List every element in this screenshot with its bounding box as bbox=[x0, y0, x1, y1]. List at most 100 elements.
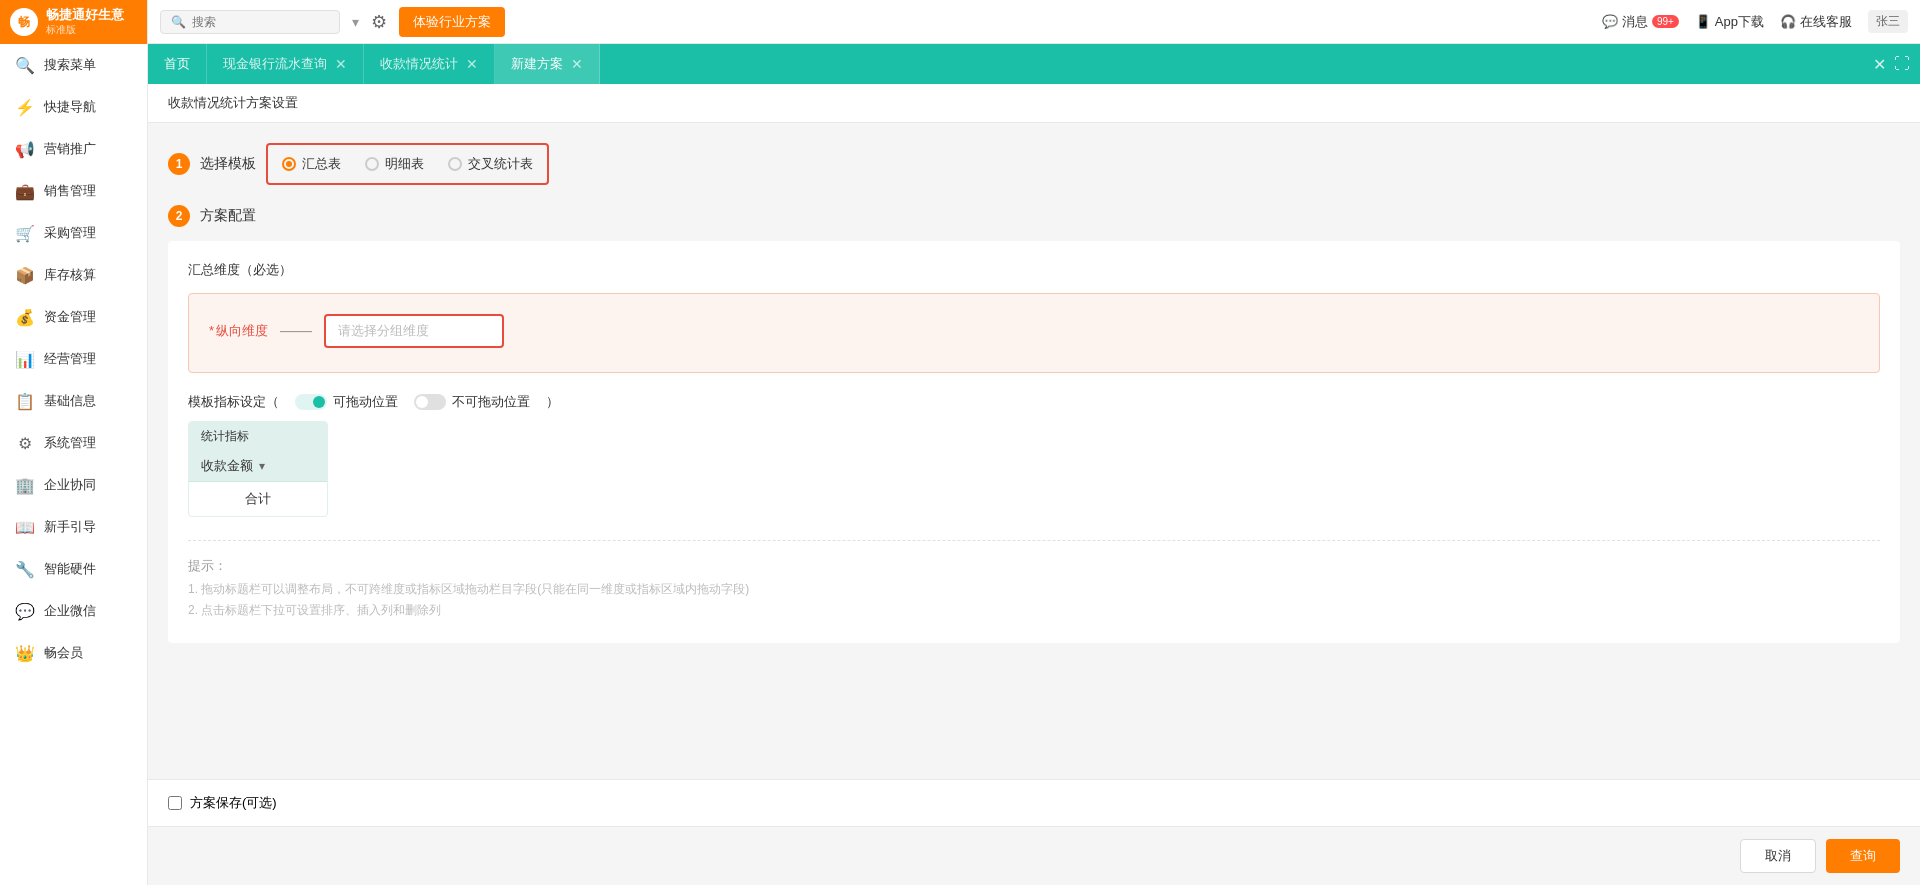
sys-icon: ⚙ bbox=[16, 434, 34, 452]
close-window-icon[interactable]: ✕ bbox=[1873, 55, 1886, 74]
tab-close-new-plan[interactable]: ✕ bbox=[571, 56, 583, 72]
service-icon: 🎧 bbox=[1780, 14, 1796, 29]
sidebar-item-biz[interactable]: 📊 经营管理 bbox=[0, 338, 147, 380]
metrics-grid: 统计指标 收款金额 合计 bbox=[188, 421, 328, 517]
corp-wechat-icon: 💬 bbox=[16, 602, 34, 620]
sidebar-item-quick-nav[interactable]: ⚡ 快捷导航 bbox=[0, 86, 147, 128]
app-download-btn[interactable]: 📱 App下载 bbox=[1695, 13, 1764, 31]
metrics-grid-header: 统计指标 bbox=[189, 422, 327, 451]
save-checkbox[interactable] bbox=[168, 796, 182, 810]
query-button[interactable]: 查询 bbox=[1826, 839, 1900, 873]
online-service-btn[interactable]: 🎧 在线客服 bbox=[1780, 13, 1852, 31]
logo-icon: 畅 bbox=[10, 8, 38, 36]
sidebar-logo: 畅 畅捷通好生意 标准版 bbox=[0, 0, 147, 44]
tab-home[interactable]: 首页 bbox=[148, 44, 207, 84]
non-draggable-toggle-dot bbox=[416, 396, 428, 408]
step2-section: 2 方案配置 汇总维度（必选） 纵向维度 —— 请选择分组维度 bbox=[168, 205, 1900, 643]
search-input[interactable] bbox=[192, 15, 312, 29]
step1-title: 选择模板 bbox=[200, 155, 256, 173]
purchase-icon: 🛒 bbox=[16, 224, 34, 242]
search-icon: 🔍 bbox=[171, 15, 186, 29]
sidebar-item-basic[interactable]: 📋 基础信息 bbox=[0, 380, 147, 422]
corp-collab-icon: 🏢 bbox=[16, 476, 34, 494]
step1-header: 1 选择模板 汇总表 明细表 bbox=[168, 143, 1900, 185]
tips-section: 提示： 1. 拖动标题栏可以调整布局，不可跨维度或指标区域拖动栏目字段(只能在同… bbox=[188, 540, 1880, 619]
dimension-row: 纵向维度 —— 请选择分组维度 bbox=[209, 314, 1859, 348]
sidebar-item-purchase[interactable]: 🛒 采购管理 bbox=[0, 212, 147, 254]
tab-new-plan[interactable]: 新建方案 ✕ bbox=[495, 44, 600, 84]
page-title: 收款情况统计方案设置 bbox=[168, 95, 298, 110]
gear-icon[interactable]: ⚙ bbox=[371, 11, 387, 33]
cancel-button[interactable]: 取消 bbox=[1740, 839, 1816, 873]
sidebar-item-vip[interactable]: 👑 畅会员 bbox=[0, 632, 147, 674]
template-options: 汇总表 明细表 交叉统计表 bbox=[266, 143, 549, 185]
metrics-section: 模板指标设定（ 可拖动位置 不可拖 bbox=[188, 393, 1880, 520]
logo-text: 畅捷通好生意 标准版 bbox=[46, 7, 124, 37]
sidebar-nav: 🔍 搜索菜单 ⚡ 快捷导航 📢 营销推广 💼 销售管理 🛒 采购管理 📦 库存核… bbox=[0, 44, 147, 885]
sidebar-item-marketing[interactable]: 📢 营销推广 bbox=[0, 128, 147, 170]
step2-num: 2 bbox=[168, 205, 190, 227]
sidebar-item-inventory[interactable]: 📦 库存核算 bbox=[0, 254, 147, 296]
search-bar[interactable]: 🔍 bbox=[160, 10, 340, 34]
industry-btn[interactable]: 体验行业方案 bbox=[399, 7, 505, 37]
dimension-dropdown[interactable]: 请选择分组维度 bbox=[324, 314, 504, 348]
radio-detail-circle bbox=[365, 157, 379, 171]
non-draggable-toggle[interactable]: 不可拖动位置 bbox=[414, 393, 530, 411]
dimension-area: 纵向维度 —— 请选择分组维度 bbox=[188, 293, 1880, 373]
radio-summary[interactable]: 汇总表 bbox=[282, 155, 341, 173]
step1-section: 1 选择模板 汇总表 明细表 bbox=[168, 143, 1900, 185]
footer: 取消 查询 bbox=[148, 826, 1920, 885]
draggable-toggle[interactable]: 可拖动位置 bbox=[295, 393, 398, 411]
non-draggable-toggle-bg bbox=[414, 394, 446, 410]
plan-config: 汇总维度（必选） 纵向维度 —— 请选择分组维度 模板指 bbox=[168, 241, 1900, 643]
sidebar-item-sys[interactable]: ⚙ 系统管理 bbox=[0, 422, 147, 464]
step1-num: 1 bbox=[168, 153, 190, 175]
quick-nav-icon: ⚡ bbox=[16, 98, 34, 116]
sidebar-item-search-menu[interactable]: 🔍 搜索菜单 bbox=[0, 44, 147, 86]
maximize-window-icon[interactable]: ⛶ bbox=[1894, 55, 1910, 73]
username-display[interactable]: 张三 bbox=[1868, 10, 1908, 33]
metrics-col1-header[interactable]: 收款金额 bbox=[189, 451, 327, 482]
draggable-toggle-bg bbox=[295, 394, 327, 410]
content-area: 收款情况统计方案设置 1 选择模板 汇总表 bbox=[148, 84, 1920, 885]
tab-close-receipt[interactable]: ✕ bbox=[466, 56, 478, 72]
tab-cash-bank[interactable]: 现金银行流水查询 ✕ bbox=[207, 44, 364, 84]
step2-title: 方案配置 bbox=[200, 207, 256, 225]
sidebar-item-fund[interactable]: 💰 资金管理 bbox=[0, 296, 147, 338]
dropdown-arrow-icon[interactable]: ▾ bbox=[352, 14, 359, 30]
step2-header: 2 方案配置 bbox=[168, 205, 1900, 227]
inventory-icon: 📦 bbox=[16, 266, 34, 284]
vertical-dimension-label: 纵向维度 bbox=[209, 322, 268, 340]
col1-dropdown-icon[interactable] bbox=[259, 459, 265, 473]
tabbar: 首页 现金银行流水查询 ✕ 收款情况统计 ✕ 新建方案 ✕ ✕ ⛶ bbox=[148, 44, 1920, 84]
tabbar-window-controls: ✕ ⛶ bbox=[1873, 55, 1920, 74]
dimension-arrow-icon: —— bbox=[280, 322, 312, 340]
tab-receipt-stats[interactable]: 收款情况统计 ✕ bbox=[364, 44, 495, 84]
message-icon: 💬 bbox=[1602, 14, 1618, 29]
message-badge: 99+ bbox=[1652, 15, 1679, 28]
save-option-label: 方案保存(可选) bbox=[190, 794, 277, 812]
topbar-actions: 💬 消息 99+ 📱 App下载 🎧 在线客服 张三 bbox=[1602, 10, 1908, 33]
fund-icon: 💰 bbox=[16, 308, 34, 326]
save-option: 方案保存(可选) bbox=[148, 779, 1920, 826]
radio-cross[interactable]: 交叉统计表 bbox=[448, 155, 533, 173]
radio-detail[interactable]: 明细表 bbox=[365, 155, 424, 173]
sidebar-item-corp-wechat[interactable]: 💬 企业微信 bbox=[0, 590, 147, 632]
tab-close-cash-bank[interactable]: ✕ bbox=[335, 56, 347, 72]
dimension-section-label: 汇总维度（必选） bbox=[188, 261, 1880, 279]
search-menu-icon: 🔍 bbox=[16, 56, 34, 74]
topbar: 🔍 ▾ ⚙ 体验行业方案 💬 消息 99+ 📱 App下载 🎧 在线客服 张三 bbox=[148, 0, 1920, 44]
sidebar: 畅 畅捷通好生意 标准版 🔍 搜索菜单 ⚡ 快捷导航 📢 营销推广 💼 销售管理… bbox=[0, 0, 148, 885]
sidebar-item-sales[interactable]: 💼 销售管理 bbox=[0, 170, 147, 212]
metrics-col1-sub: 合计 bbox=[189, 482, 327, 516]
marketing-icon: 📢 bbox=[16, 140, 34, 158]
message-btn[interactable]: 💬 消息 99+ bbox=[1602, 13, 1679, 31]
sidebar-item-corp-collab[interactable]: 🏢 企业协同 bbox=[0, 464, 147, 506]
sidebar-item-newbie[interactable]: 📖 新手引导 bbox=[0, 506, 147, 548]
vip-icon: 👑 bbox=[16, 644, 34, 662]
sidebar-item-smart-hw[interactable]: 🔧 智能硬件 bbox=[0, 548, 147, 590]
app-icon: 📱 bbox=[1695, 14, 1711, 29]
biz-icon: 📊 bbox=[16, 350, 34, 368]
smart-hw-icon: 🔧 bbox=[16, 560, 34, 578]
main-area: 🔍 ▾ ⚙ 体验行业方案 💬 消息 99+ 📱 App下载 🎧 在线客服 张三 … bbox=[148, 0, 1920, 885]
